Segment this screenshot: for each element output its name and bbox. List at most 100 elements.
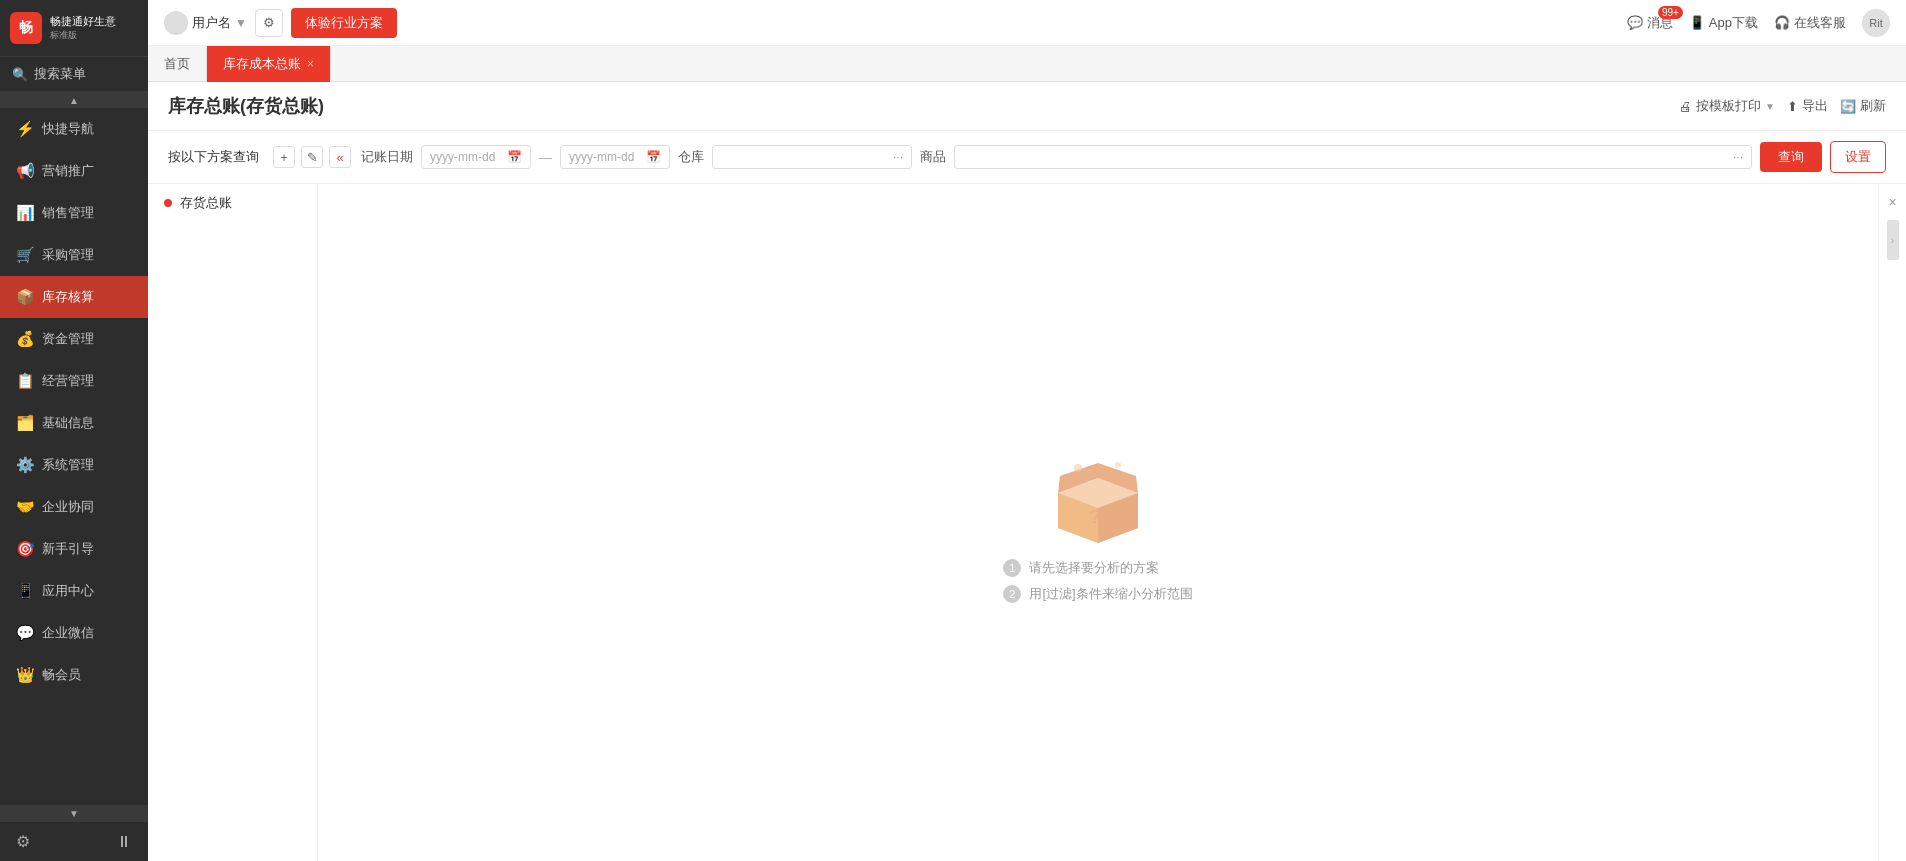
sidebar-item-app-center[interactable]: 📱 应用中心 bbox=[0, 570, 148, 612]
sidebar-item-label: 基础信息 bbox=[42, 414, 94, 432]
filter-actions: + ✎ « bbox=[273, 146, 351, 168]
topbar-right: 💬 消息 99+ 📱 App下载 🎧 在线客服 Rit bbox=[1627, 9, 1890, 37]
online-service-action[interactable]: 🎧 在线客服 bbox=[1774, 14, 1846, 32]
date-end-input[interactable]: yyyy-mm-dd 📅 bbox=[560, 145, 670, 169]
warehouse-input[interactable]: ··· bbox=[712, 145, 912, 169]
panel-dot-icon bbox=[164, 199, 172, 207]
export-icon: ⬆ bbox=[1787, 99, 1798, 114]
topbar-user[interactable]: 用户名 ▼ bbox=[164, 11, 247, 35]
filter-bar: 按以下方案查询 + ✎ « 记账日期 yyyy-mm-dd 📅 — yyyy-m… bbox=[148, 131, 1906, 184]
sidebar-item-quick-nav[interactable]: ⚡ 快捷导航 bbox=[0, 108, 148, 150]
main-area: 用户名 ▼ ⚙ 体验行业方案 💬 消息 99+ 📱 App下载 🎧 在线客服 R bbox=[148, 0, 1906, 861]
sidebar-search[interactable]: 🔍 搜索菜单 bbox=[0, 57, 148, 92]
scroll-down-btn[interactable]: ▼ bbox=[0, 805, 148, 821]
left-panel-item-label: 存货总账 bbox=[180, 194, 232, 212]
sidebar-item-purchase[interactable]: 🛒 采购管理 bbox=[0, 234, 148, 276]
left-panel-item-inventory-ledger[interactable]: 存货总账 bbox=[148, 184, 317, 222]
marketing-icon: 📢 bbox=[16, 162, 34, 180]
sidebar-item-label: 经营管理 bbox=[42, 372, 94, 390]
page-title: 库存总账(存货总账) bbox=[168, 94, 324, 118]
filter-label: 按以下方案查询 bbox=[168, 148, 259, 166]
tip-text-1: 请先选择要分析的方案 bbox=[1029, 559, 1159, 577]
tab-inventory-cost-label: 库存成本总账 bbox=[223, 55, 301, 73]
filter-collapse-button[interactable]: « bbox=[329, 146, 351, 168]
filter-add-button[interactable]: + bbox=[273, 146, 295, 168]
goods-more-icon[interactable]: ··· bbox=[1733, 150, 1743, 164]
filter-edit-button[interactable]: ✎ bbox=[301, 146, 323, 168]
print-button[interactable]: 🖨 按模板打印 ▼ bbox=[1679, 97, 1775, 115]
user-avatar-small bbox=[164, 11, 188, 35]
sidebar-item-basic-info[interactable]: 🗂️ 基础信息 bbox=[0, 402, 148, 444]
message-icon: 💬 bbox=[1627, 15, 1643, 30]
system-icon: ⚙️ bbox=[16, 456, 34, 474]
empty-illustration: ? bbox=[1038, 443, 1158, 543]
audio-footer-icon[interactable]: ⏸ bbox=[116, 833, 132, 851]
left-panel: 存货总账 bbox=[148, 184, 318, 861]
app-download-label: App下载 bbox=[1709, 14, 1758, 32]
tab-home[interactable]: 首页 bbox=[148, 46, 207, 82]
tab-close-icon[interactable]: × bbox=[307, 57, 314, 71]
scroll-up-btn[interactable]: ▲ bbox=[0, 92, 148, 108]
goods-field-label: 商品 bbox=[920, 148, 946, 166]
sidebar-item-capital[interactable]: 💰 资金管理 bbox=[0, 318, 148, 360]
sidebar-item-operations[interactable]: 📋 经营管理 bbox=[0, 360, 148, 402]
cooperation-icon: 🤝 bbox=[16, 498, 34, 516]
calendar-end-icon: 📅 bbox=[646, 150, 661, 164]
industry-solution-button[interactable]: 体验行业方案 bbox=[291, 8, 397, 38]
online-service-icon: 🎧 bbox=[1774, 15, 1790, 30]
sidebar-item-marketing[interactable]: 📢 营销推广 bbox=[0, 150, 148, 192]
logo-icon: 畅 bbox=[10, 12, 42, 44]
message-badge: 99+ bbox=[1658, 6, 1683, 19]
content-area: 存货总账 ? bbox=[148, 184, 1906, 861]
app-download-action[interactable]: 📱 App下载 bbox=[1689, 14, 1758, 32]
tip-text-2: 用[过滤]条件来缩小分析范围 bbox=[1029, 585, 1192, 603]
settings-icon: ⚙ bbox=[263, 15, 275, 30]
sidebar-item-sales[interactable]: 📊 销售管理 bbox=[0, 192, 148, 234]
right-close-panel: × › bbox=[1878, 184, 1906, 861]
tip-item-2: 2 用[过滤]条件来缩小分析范围 bbox=[1003, 585, 1192, 603]
edit-icon: ✎ bbox=[307, 150, 318, 165]
topbar-settings-btn[interactable]: ⚙ bbox=[255, 9, 283, 37]
refresh-button[interactable]: 🔄 刷新 bbox=[1840, 97, 1886, 115]
goods-input[interactable]: ··· bbox=[954, 145, 1752, 169]
topbar-left: 用户名 ▼ ⚙ 体验行业方案 bbox=[164, 8, 1619, 38]
print-label: 按模板打印 bbox=[1696, 97, 1761, 115]
capital-icon: 💰 bbox=[16, 330, 34, 348]
sidebar-item-guide[interactable]: 🎯 新手引导 bbox=[0, 528, 148, 570]
sales-icon: 📊 bbox=[16, 204, 34, 222]
sidebar-item-label: 采购管理 bbox=[42, 246, 94, 264]
date-start-input[interactable]: yyyy-mm-dd 📅 bbox=[421, 145, 531, 169]
logo-title: 畅捷通好生意 bbox=[50, 14, 116, 29]
settings-footer-icon[interactable]: ⚙ bbox=[16, 832, 30, 851]
warehouse-more-icon[interactable]: ··· bbox=[893, 150, 903, 164]
sidebar-menu: ⚡ 快捷导航 📢 营销推广 📊 销售管理 🛒 采购管理 📦 库存核算 💰 资金管… bbox=[0, 108, 148, 805]
tip-item-1: 1 请先选择要分析的方案 bbox=[1003, 559, 1192, 577]
tab-home-label: 首页 bbox=[164, 55, 190, 73]
svg-text:?: ? bbox=[1090, 507, 1100, 527]
export-button[interactable]: ⬆ 导出 bbox=[1787, 97, 1828, 115]
empty-tips: 1 请先选择要分析的方案 2 用[过滤]条件来缩小分析范围 bbox=[1003, 559, 1192, 603]
sidebar-item-label: 销售管理 bbox=[42, 204, 94, 222]
search-icon: 🔍 bbox=[12, 67, 28, 82]
message-action[interactable]: 💬 消息 99+ bbox=[1627, 14, 1673, 32]
sidebar-item-member[interactable]: 👑 畅会员 bbox=[0, 654, 148, 696]
user-avatar[interactable]: Rit bbox=[1862, 9, 1890, 37]
sidebar-item-system[interactable]: ⚙️ 系统管理 bbox=[0, 444, 148, 486]
refresh-label: 刷新 bbox=[1860, 97, 1886, 115]
sidebar-item-label: 资金管理 bbox=[42, 330, 94, 348]
export-label: 导出 bbox=[1802, 97, 1828, 115]
tab-inventory-cost[interactable]: 库存成本总账 × bbox=[207, 46, 331, 82]
add-icon: + bbox=[280, 150, 288, 165]
panel-close-button[interactable]: × bbox=[1883, 192, 1903, 212]
panel-expand-button[interactable]: › bbox=[1887, 220, 1899, 260]
settings-button[interactable]: 设置 bbox=[1830, 141, 1886, 173]
date-start-placeholder: yyyy-mm-dd bbox=[430, 150, 495, 164]
sidebar-search-label: 搜索菜单 bbox=[34, 65, 86, 83]
sidebar-item-inventory[interactable]: 📦 库存核算 bbox=[0, 276, 148, 318]
sidebar-item-cooperation[interactable]: 🤝 企业协同 bbox=[0, 486, 148, 528]
sidebar-item-wechat[interactable]: 💬 企业微信 bbox=[0, 612, 148, 654]
query-button[interactable]: 查询 bbox=[1760, 142, 1822, 172]
member-icon: 👑 bbox=[16, 666, 34, 684]
sidebar-item-label: 营销推广 bbox=[42, 162, 94, 180]
svg-point-6 bbox=[1074, 464, 1082, 472]
